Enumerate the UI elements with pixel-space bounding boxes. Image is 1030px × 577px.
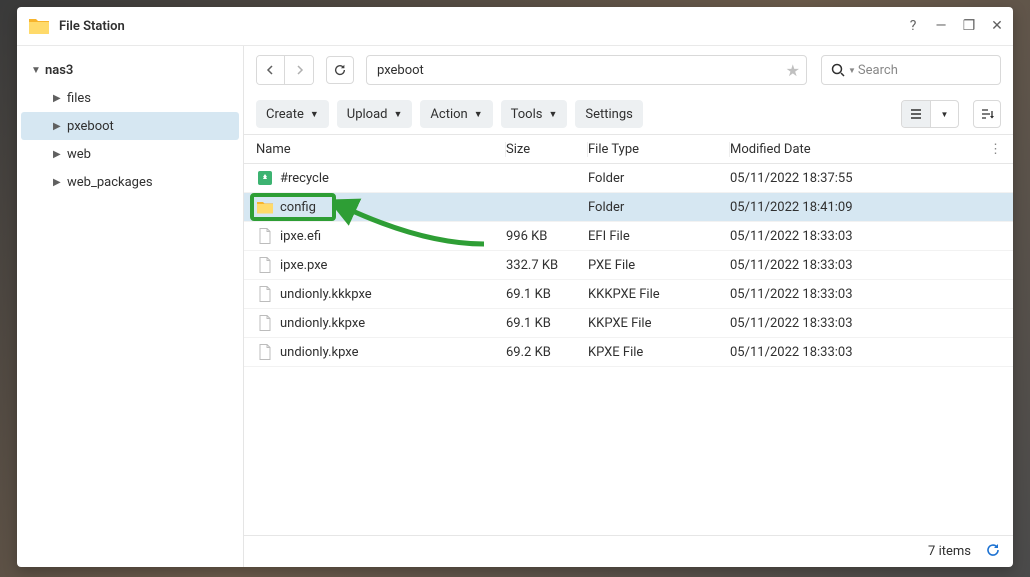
file-list: #recycle Folder05/11/2022 18:37:55 config F… (244, 164, 1013, 535)
tools-button[interactable]: Tools▼ (501, 100, 568, 128)
create-button[interactable]: Create▼ (256, 100, 329, 128)
file-modified: 05/11/2022 18:33:03 (730, 316, 1013, 331)
forward-button[interactable] (285, 56, 313, 84)
favorite-icon[interactable]: ★ (786, 61, 800, 80)
file-type: KKKPXE File (588, 287, 730, 302)
table-row[interactable]: #recycle Folder05/11/2022 18:37:55 (244, 164, 1013, 193)
file-name: ipxe.efi (280, 229, 321, 244)
tree-root[interactable]: ▼ nas3 (17, 56, 243, 84)
sidebar: ▼ nas3 ▶ files ▶ pxeboot ▶ web ▶ web_packages (17, 46, 244, 567)
file-name: undionly.kkkpxe (280, 287, 372, 302)
table-row[interactable]: config Folder05/11/2022 18:41:09 (244, 193, 1013, 222)
list-view-button[interactable] (902, 101, 930, 127)
file-modified: 05/11/2022 18:41:09 (730, 200, 1013, 215)
file-name: config (280, 200, 316, 215)
column-size[interactable]: Size (506, 142, 588, 157)
view-dropdown-button[interactable]: ▼ (930, 101, 958, 127)
recycle-icon (256, 169, 274, 187)
upload-button[interactable]: Upload▼ (337, 100, 413, 128)
file-size: 69.2 KB (506, 345, 588, 360)
file-size: 69.1 KB (506, 316, 588, 331)
sidebar-item-files[interactable]: ▶ files (17, 84, 243, 112)
maximize-button[interactable]: ❐ (961, 18, 977, 34)
file-size: 69.1 KB (506, 287, 588, 302)
file-name: #recycle (280, 171, 329, 186)
path-input[interactable]: pxeboot ★ (366, 55, 807, 85)
file-icon (256, 285, 274, 303)
app-title: File Station (59, 19, 905, 34)
status-refresh-button[interactable] (985, 542, 1001, 562)
file-modified: 05/11/2022 18:37:55 (730, 171, 1013, 186)
column-type[interactable]: File Type (588, 142, 730, 157)
item-count: 7 items (928, 544, 971, 559)
file-icon (256, 227, 274, 245)
minimize-button[interactable]: — (933, 18, 949, 34)
sort-button[interactable] (973, 100, 1001, 128)
app-icon (27, 14, 51, 38)
chevron-right-icon: ▶ (53, 177, 61, 188)
file-name: ipxe.pxe (280, 258, 327, 273)
titlebar: File Station ? — ❐ ✕ (17, 7, 1013, 45)
table-row[interactable]: undionly.kpxe 69.2 KBKPXE File05/11/2022 … (244, 338, 1013, 367)
refresh-button[interactable] (326, 56, 354, 84)
file-size: 996 KB (506, 229, 588, 244)
search-placeholder: Search (858, 63, 898, 78)
file-type: Folder (588, 171, 730, 186)
file-modified: 05/11/2022 18:33:03 (730, 345, 1013, 360)
path-toolbar: pxeboot ★ ▼ Search (244, 46, 1013, 94)
file-size: 332.7 KB (506, 258, 588, 273)
app-window: File Station ? — ❐ ✕ ▼ nas3 ▶ files ▶ pxebo… (17, 7, 1013, 567)
sidebar-item-pxeboot[interactable]: ▶ pxeboot (21, 112, 239, 140)
file-name: undionly.kpxe (280, 345, 359, 360)
table-header: Name Size File Type Modified Date ⋮ (244, 134, 1013, 164)
file-type: PXE File (588, 258, 730, 273)
search-input[interactable]: ▼ Search (821, 55, 1001, 85)
file-type: Folder (588, 200, 730, 215)
file-type: KKPXE File (588, 316, 730, 331)
sidebar-item-label: web (67, 147, 91, 162)
file-name: undionly.kkpxe (280, 316, 365, 331)
table-row[interactable]: undionly.kkkpxe 69.1 KBKKKPXE File05/11/2… (244, 280, 1013, 309)
file-icon (256, 256, 274, 274)
column-name[interactable]: Name (256, 142, 506, 157)
help-button[interactable]: ? (905, 18, 921, 34)
status-bar: 7 items (244, 535, 1013, 567)
file-modified: 05/11/2022 18:33:03 (730, 287, 1013, 302)
back-button[interactable] (257, 56, 285, 84)
sidebar-item-label: pxeboot (67, 119, 114, 134)
file-modified: 05/11/2022 18:33:03 (730, 229, 1013, 244)
search-dropdown-icon: ▼ (848, 66, 856, 75)
chevron-down-icon: ▼ (31, 65, 39, 76)
sidebar-item-web[interactable]: ▶ web (17, 140, 243, 168)
table-row[interactable]: undionly.kkpxe 69.1 KBKKPXE File05/11/202… (244, 309, 1013, 338)
sidebar-item-label: web_packages (67, 175, 153, 190)
sidebar-item-web_packages[interactable]: ▶ web_packages (17, 168, 243, 196)
action-button[interactable]: Action▼ (420, 100, 492, 128)
folder-icon (256, 198, 274, 216)
file-type: EFI File (588, 229, 730, 244)
table-row[interactable]: ipxe.efi 996 KBEFI File05/11/2022 18:33:0… (244, 222, 1013, 251)
tree-root-label: nas3 (45, 63, 73, 78)
settings-button[interactable]: Settings (575, 100, 642, 128)
chevron-right-icon: ▶ (53, 93, 61, 104)
action-toolbar: Create▼ Upload▼ Action▼ Tools▼ Settings … (244, 94, 1013, 134)
sidebar-item-label: files (67, 91, 91, 106)
chevron-right-icon: ▶ (53, 149, 61, 160)
close-button[interactable]: ✕ (989, 18, 1005, 34)
path-value: pxeboot (377, 63, 424, 78)
table-row[interactable]: ipxe.pxe 332.7 KBPXE File05/11/2022 18:33… (244, 251, 1013, 280)
chevron-right-icon: ▶ (53, 121, 61, 132)
file-type: KPXE File (588, 345, 730, 360)
file-modified: 05/11/2022 18:33:03 (730, 258, 1013, 273)
file-icon (256, 314, 274, 332)
file-icon (256, 343, 274, 361)
column-menu-icon[interactable]: ⋮ (989, 142, 1005, 157)
column-modified[interactable]: Modified Date (730, 142, 989, 157)
